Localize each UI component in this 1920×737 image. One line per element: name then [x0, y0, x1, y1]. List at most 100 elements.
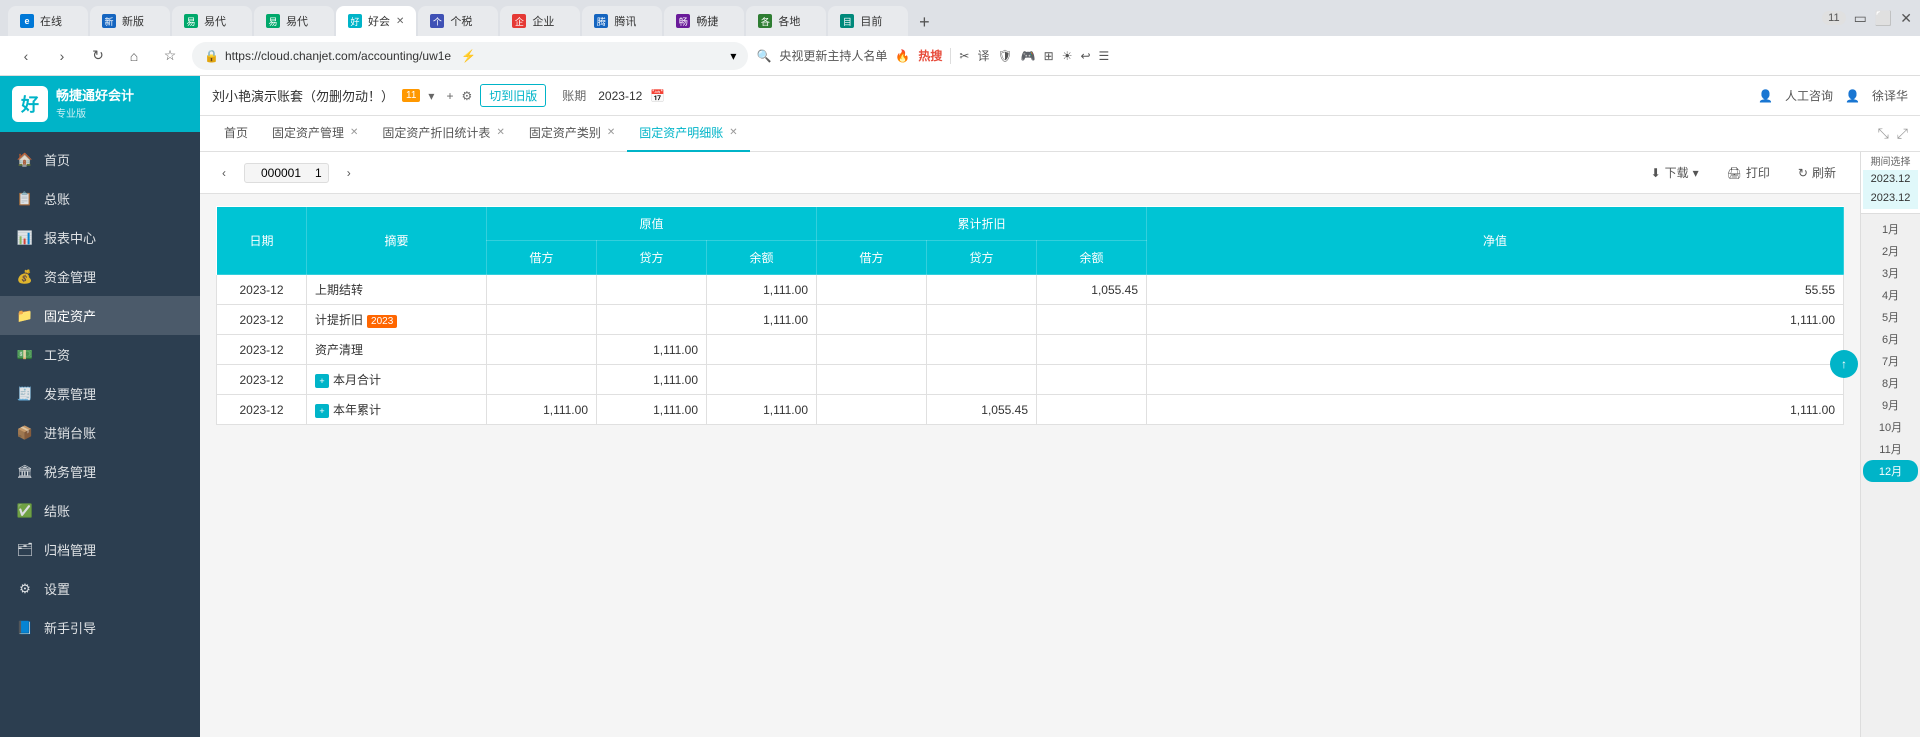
tab-close-icon[interactable]: ✕: [396, 16, 404, 27]
month-item-11[interactable]: 11月: [1863, 438, 1918, 460]
tab-minimize-icon[interactable]: ⤡: [1878, 125, 1889, 142]
cell-orig-balance: [707, 335, 817, 365]
browser-tab-yidai2[interactable]: 易 易代: [254, 6, 334, 36]
month-item-8[interactable]: 8月: [1863, 372, 1918, 394]
sidebar-guide-label: 新手引导: [44, 618, 96, 637]
ledger-icon: 📋: [16, 190, 34, 208]
dropdown-icon[interactable]: ▾: [730, 49, 736, 63]
refresh-button[interactable]: ↻ 刷新: [1790, 160, 1844, 185]
tab-depreciation-stat[interactable]: 固定资产折旧统计表 ✕: [370, 116, 516, 152]
month-item-4[interactable]: 4月: [1863, 284, 1918, 306]
browser-tab-changjie[interactable]: 畅 畅捷: [664, 6, 744, 36]
prev-arrow[interactable]: ‹: [216, 164, 232, 182]
print-button[interactable]: 🖨 打印: [1719, 160, 1778, 185]
tab-close-asset-detail-ledger[interactable]: ✕: [729, 127, 737, 138]
sidebar-item-funds[interactable]: 💰 资金管理: [0, 257, 200, 296]
sidebar-tax-label: 税务管理: [44, 462, 96, 481]
game-icon: 🎮: [1021, 49, 1036, 63]
scroll-up-icon[interactable]: ↑: [1830, 350, 1858, 378]
period-date-1[interactable]: 2023.12: [1863, 170, 1918, 189]
sidebar-item-archive[interactable]: 🗂 归档管理: [0, 530, 200, 569]
period-date-2[interactable]: 2023.12: [1863, 189, 1918, 208]
month-item-3[interactable]: 3月: [1863, 262, 1918, 284]
calendar-icon[interactable]: 📅: [650, 89, 665, 103]
download-button[interactable]: ⬇ 下载 ▾: [1643, 160, 1707, 185]
month-item-10[interactable]: 10月: [1863, 416, 1918, 438]
sidebar-item-sales[interactable]: 📦 进销台账: [0, 413, 200, 452]
sidebar-brand: 畅捷通好会计: [56, 88, 134, 105]
browser-tab-online[interactable]: e 在线: [8, 6, 88, 36]
month-item-12[interactable]: 12月: [1863, 460, 1918, 482]
right-sidebar: 期间选择 2023.12 2023.12 1月 2月 3月 4月 5月 6月 7…: [1860, 152, 1920, 737]
sidebar-item-invoice[interactable]: 🧾 发票管理: [0, 374, 200, 413]
browser-tabs-bar: e 在线 新 新版 易 易代 易 易代 好 好会 ✕ 个 个税 企 企业 腾: [0, 0, 1920, 36]
settings-company-icon[interactable]: ⚙: [461, 89, 472, 103]
next-arrow[interactable]: ›: [341, 164, 357, 182]
close-window-icon[interactable]: ✕: [1900, 10, 1912, 27]
dropdown-icon[interactable]: ▾: [428, 89, 434, 103]
cell-date: 2023-12: [217, 395, 307, 425]
sidebar-item-settings[interactable]: ⚙ 设置: [0, 569, 200, 608]
tab-home[interactable]: 首页: [212, 116, 260, 152]
menu-icon[interactable]: ☰: [1099, 49, 1110, 63]
tab-maximize-icon[interactable]: ⤢: [1897, 125, 1908, 142]
month-item-2[interactable]: 2月: [1863, 240, 1918, 262]
month-item-5[interactable]: 5月: [1863, 306, 1918, 328]
browser-tab-tencent[interactable]: 腾 腾讯: [582, 6, 662, 36]
sidebar-item-tax[interactable]: 🏛 税务管理: [0, 452, 200, 491]
new-tab-button[interactable]: +: [910, 8, 938, 36]
cell-dep-credit: 1,055.45: [927, 395, 1037, 425]
tab-asset-detail-ledger-label: 固定资产明细账: [639, 124, 723, 141]
help-text[interactable]: 人工咨询: [1785, 87, 1833, 104]
sidebar-item-fixed-assets[interactable]: 📁 固定资产: [0, 296, 200, 335]
sidebar-funds-label: 资金管理: [44, 267, 96, 286]
sidebar-item-ledger[interactable]: 📋 总账: [0, 179, 200, 218]
home-button[interactable]: ⌂: [120, 42, 148, 70]
sidebar-item-guide[interactable]: 📘 新手引导: [0, 608, 200, 647]
cell-dep-balance: [1037, 365, 1147, 395]
switch-version-button[interactable]: 切到旧版: [480, 84, 546, 107]
url-bar[interactable]: 🔒 https://cloud.chanjet.com/accounting/u…: [192, 42, 748, 70]
browser-tab-enterprise[interactable]: 企 企业: [500, 6, 580, 36]
sidebar-item-reports[interactable]: 📊 报表中心: [0, 218, 200, 257]
browser-tab-muqian[interactable]: 目 目前: [828, 6, 908, 36]
sidebar-item-salary[interactable]: 💵 工资: [0, 335, 200, 374]
page-number-input[interactable]: [251, 166, 311, 180]
maximize-icon[interactable]: ⬜: [1875, 10, 1892, 27]
tab-asset-category[interactable]: 固定资产类别 ✕: [517, 116, 627, 152]
cell-net-value: 55.55: [1147, 275, 1844, 305]
refresh-icon: ↻: [1798, 166, 1808, 180]
sidebar-menu: 🏠 首页 📋 总账 📊 报表中心 💰 资金管理 📁 固定资产 💵 工资: [0, 132, 200, 737]
forward-button[interactable]: ›: [48, 42, 76, 70]
browser-tab-active[interactable]: 好 好会 ✕: [336, 6, 416, 36]
scissors-icon: ✂: [959, 49, 969, 63]
browser-tab-yidai1[interactable]: 易 易代: [172, 6, 252, 36]
download-dropdown-icon[interactable]: ▾: [1693, 166, 1699, 180]
month-item-9[interactable]: 9月: [1863, 394, 1918, 416]
cell-summary: +本月合计: [307, 365, 487, 395]
browser-tab-gedi[interactable]: 各 各地: [746, 6, 826, 36]
browser-tab-new[interactable]: 新 新版: [90, 6, 170, 36]
cell-orig-debit: [487, 365, 597, 395]
month-item-1[interactable]: 1月: [1863, 218, 1918, 240]
sidebar: 好 畅捷通好会计 专业版 🏠 首页 📋 总账 📊 报表中心 💰 资金管理: [0, 76, 200, 737]
bookmark-button[interactable]: ☆: [156, 42, 184, 70]
sidebar-invoice-label: 发票管理: [44, 384, 96, 403]
translate-icon: 译: [977, 47, 989, 64]
tab-fixed-asset-management[interactable]: 固定资产管理 ✕: [260, 116, 370, 152]
tab-close-fixed-asset-management[interactable]: ✕: [350, 127, 358, 138]
tab-close-asset-category[interactable]: ✕: [607, 127, 615, 138]
back-button[interactable]: ‹: [12, 42, 40, 70]
refresh-button[interactable]: ↻: [84, 42, 112, 70]
company-name[interactable]: 刘小艳演示账套（勿删勿动！）: [212, 86, 394, 105]
sidebar-item-closing[interactable]: ✅ 结账: [0, 491, 200, 530]
tab-close-depreciation-stat[interactable]: ✕: [496, 127, 504, 138]
minimize-icon[interactable]: ▭: [1854, 10, 1867, 27]
tab-asset-detail-ledger[interactable]: 固定资产明细账 ✕: [627, 116, 749, 152]
month-item-6[interactable]: 6月: [1863, 328, 1918, 350]
sidebar-item-home[interactable]: 🏠 首页: [0, 140, 200, 179]
month-item-7[interactable]: 7月: [1863, 350, 1918, 372]
main-wrapper: 刘小艳演示账套（勿删勿动！） 11 ▾ + ⚙ 切到旧版 账期 2023-12 …: [200, 76, 1920, 737]
add-company-icon[interactable]: +: [446, 89, 453, 103]
browser-tab-geshui[interactable]: 个 个税: [418, 6, 498, 36]
